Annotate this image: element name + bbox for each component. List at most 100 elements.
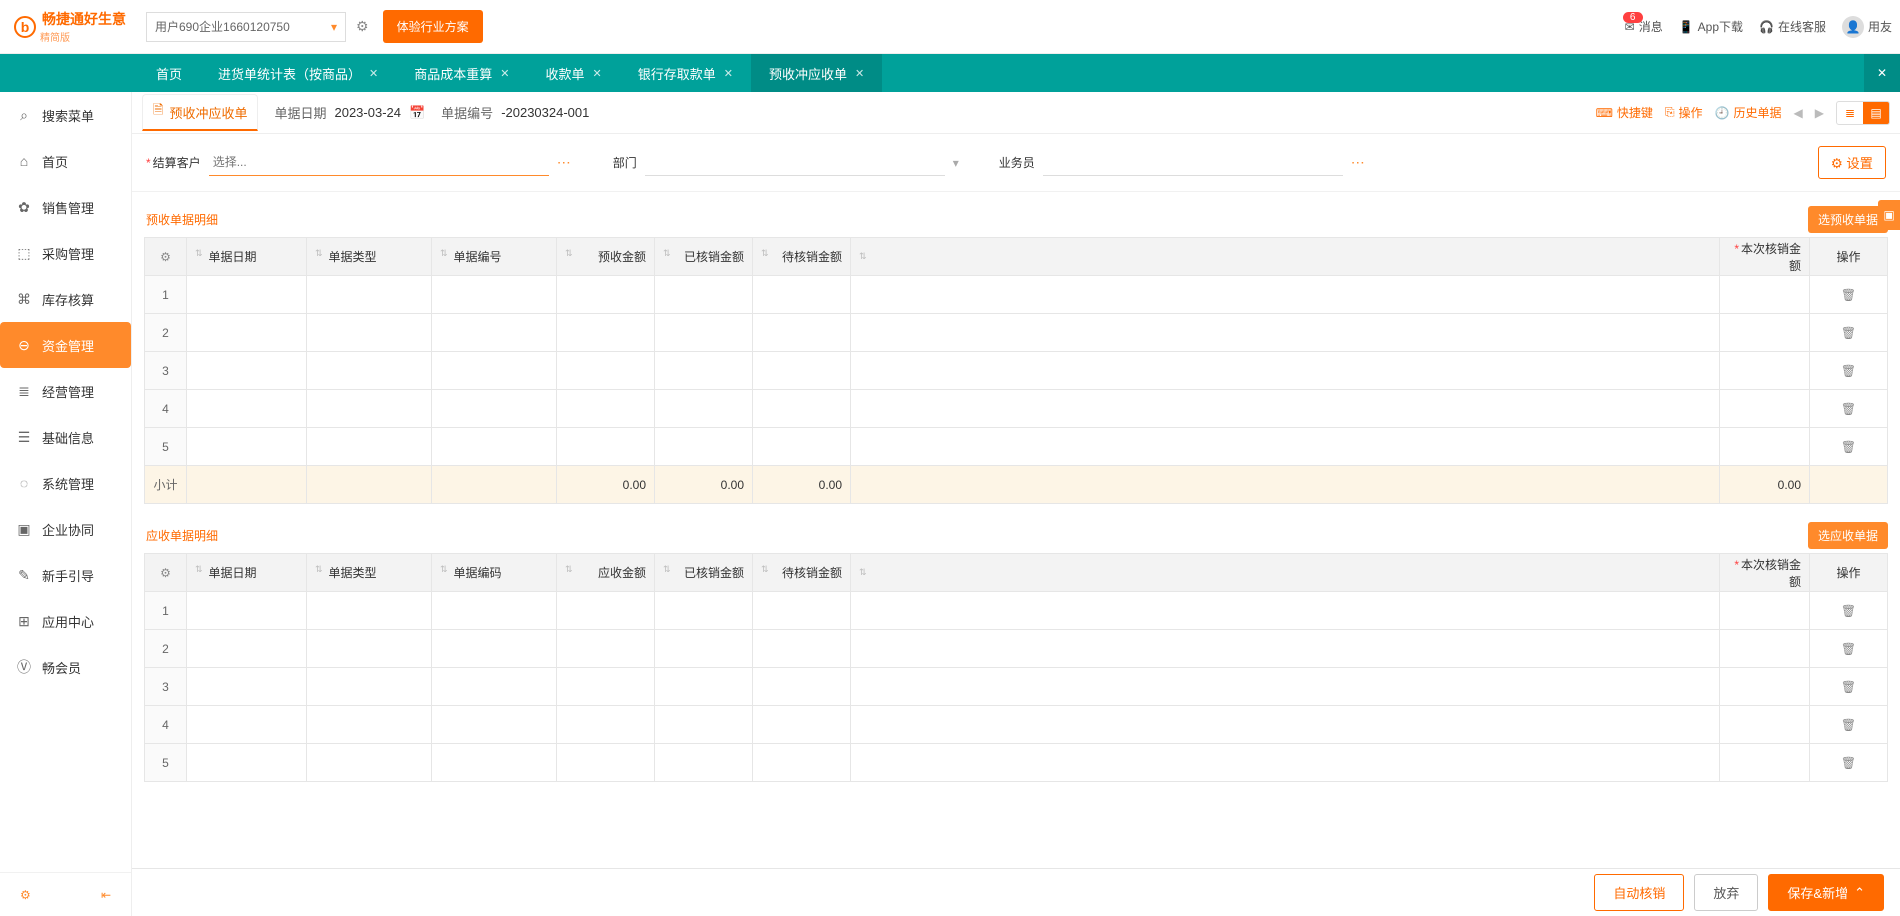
- chevron-up-icon: ⌃: [1854, 885, 1865, 901]
- table-row[interactable]: 3🗑: [145, 352, 1888, 390]
- close-icon[interactable]: ✕: [500, 67, 509, 80]
- col-written[interactable]: ⇅已核销金额: [655, 238, 753, 276]
- col-pending[interactable]: ⇅待核销金额: [753, 554, 851, 592]
- sidebar-item-首页[interactable]: ⌂首页: [0, 138, 131, 184]
- trial-button[interactable]: 体验行业方案: [383, 10, 483, 43]
- list-view-icon[interactable]: ≣: [1837, 102, 1863, 124]
- sidebar-item-库存核算[interactable]: ⌘库存核算: [0, 276, 131, 322]
- chevron-down-icon[interactable]: ▾: [953, 156, 959, 170]
- sidebar-item-系统管理[interactable]: ◌系统管理: [0, 460, 131, 506]
- close-all-tabs[interactable]: ✕: [1864, 54, 1900, 92]
- pick-prepay-button[interactable]: 选预收单据: [1808, 206, 1888, 233]
- col-type[interactable]: ⇅单据类型: [307, 238, 432, 276]
- settings-icon[interactable]: ⚙: [20, 888, 31, 902]
- pick-receivable-button[interactable]: 选应收单据: [1808, 522, 1888, 549]
- doc-icon: 🗎: [153, 101, 163, 123]
- col-blank[interactable]: ⇅: [851, 554, 1720, 592]
- chevron-down-icon: ▾: [331, 20, 337, 34]
- org-settings-icon[interactable]: ⚙: [356, 18, 369, 35]
- right-dock-icon[interactable]: ▣: [1878, 200, 1900, 230]
- tab-商品成本重算[interactable]: 商品成本重算✕: [396, 54, 527, 92]
- save-and-new-button[interactable]: 保存&新增⌃: [1768, 874, 1884, 911]
- view-mode-toggle[interactable]: ≣ ▤: [1836, 101, 1890, 125]
- table-row[interactable]: 4🗑: [145, 706, 1888, 744]
- close-icon[interactable]: ✕: [593, 67, 602, 80]
- detail-view-icon[interactable]: ▤: [1863, 102, 1889, 124]
- col-no[interactable]: ⇅单据编号: [432, 238, 557, 276]
- calendar-icon[interactable]: 📅: [409, 105, 425, 121]
- sidebar-item-畅会员[interactable]: Ⓥ畅会员: [0, 644, 131, 690]
- sidebar-item-采购管理[interactable]: ⬚采购管理: [0, 230, 131, 276]
- col-no[interactable]: ⇅单据编码: [432, 554, 557, 592]
- col-date[interactable]: ⇅单据日期: [187, 238, 307, 276]
- close-icon[interactable]: ✕: [369, 67, 378, 80]
- col-recv[interactable]: ⇅应收金额: [557, 554, 655, 592]
- delete-icon: 🗑: [1841, 326, 1856, 340]
- tab-银行存取款单[interactable]: 银行存取款单✕: [620, 54, 751, 92]
- dept-input[interactable]: [645, 150, 945, 176]
- tab-收款单[interactable]: 收款单✕: [527, 54, 619, 92]
- salesperson-input[interactable]: [1043, 150, 1343, 176]
- brand-edition: 精简版: [40, 29, 126, 44]
- collapse-icon[interactable]: ⇤: [101, 888, 111, 902]
- table-row[interactable]: 1🗑: [145, 592, 1888, 630]
- table-row[interactable]: 1🗑: [145, 276, 1888, 314]
- table-row[interactable]: 2🗑: [145, 314, 1888, 352]
- sidebar-item-销售管理[interactable]: ✿销售管理: [0, 184, 131, 230]
- close-icon[interactable]: ✕: [724, 67, 733, 80]
- auto-writeoff-button[interactable]: 自动核销: [1594, 874, 1684, 911]
- sidebar-item-搜索菜单[interactable]: ⌕搜索菜单: [0, 92, 131, 138]
- tab-首页[interactable]: 首页: [138, 54, 200, 92]
- col-prepay[interactable]: ⇅预收金额: [557, 238, 655, 276]
- table-row[interactable]: 4🗑: [145, 390, 1888, 428]
- more-icon[interactable]: ⋯: [557, 154, 573, 171]
- org-select[interactable]: 用户690企业1660120750 ▾: [146, 12, 346, 42]
- customer-field[interactable]: *结算客户 ⋯: [146, 150, 573, 176]
- operate-link[interactable]: ⎘ 操作: [1665, 104, 1703, 121]
- gear-icon[interactable]: ⚙: [145, 238, 187, 276]
- sidebar-item-资金管理[interactable]: ⊖资金管理: [0, 322, 131, 368]
- discard-button[interactable]: 放弃: [1694, 874, 1758, 911]
- phone-icon: 📱: [1679, 20, 1694, 34]
- settings-button[interactable]: ⚙ 设置: [1818, 146, 1886, 179]
- more-icon[interactable]: ⋯: [1351, 154, 1367, 171]
- tab-预收冲应收单[interactable]: 预收冲应收单✕: [751, 54, 882, 92]
- table-row[interactable]: 3🗑: [145, 668, 1888, 706]
- gear-icon[interactable]: ⚙: [145, 554, 187, 592]
- sidebar-item-应用中心[interactable]: ⊞应用中心: [0, 598, 131, 644]
- shortcut-link[interactable]: ⌨ 快捷键: [1596, 104, 1653, 121]
- tab-进货单统计表（按商品）[interactable]: 进货单统计表（按商品）✕: [200, 54, 396, 92]
- sidebar-item-新手引导[interactable]: ✎新手引导: [0, 552, 131, 598]
- col-pending[interactable]: ⇅待核销金额: [753, 238, 851, 276]
- sidebar-item-企业协同[interactable]: ▣企业协同: [0, 506, 131, 552]
- col-this-writeoff[interactable]: 本次核销金额: [1720, 554, 1810, 592]
- app-download-link[interactable]: 📱 App下载: [1679, 18, 1743, 35]
- document-tab[interactable]: 🗎 预收冲应收单: [142, 94, 258, 131]
- message-icon: ✉: [1625, 20, 1635, 34]
- next-doc-icon[interactable]: ▶: [1815, 106, 1824, 120]
- table-row[interactable]: 5🗑: [145, 744, 1888, 782]
- table-row[interactable]: 5🗑: [145, 428, 1888, 466]
- sidebar-item-基础信息[interactable]: ☰基础信息: [0, 414, 131, 460]
- salesperson-field[interactable]: 业务员 ⋯: [999, 150, 1367, 176]
- table-row[interactable]: 2🗑: [145, 630, 1888, 668]
- delete-icon: 🗑: [1841, 756, 1856, 770]
- headset-icon: 🎧: [1759, 20, 1774, 34]
- dept-field[interactable]: 部门 ▾: [613, 150, 959, 176]
- messages-link[interactable]: ✉ 消息: [1625, 18, 1663, 35]
- customer-input[interactable]: [209, 150, 549, 176]
- col-date[interactable]: ⇅单据日期: [187, 554, 307, 592]
- nav-icon: ▣: [16, 521, 32, 538]
- prev-doc-icon[interactable]: ◀: [1794, 106, 1803, 120]
- col-blank[interactable]: ⇅: [851, 238, 1720, 276]
- close-icon[interactable]: ✕: [855, 67, 864, 80]
- user-menu[interactable]: 👤 用友: [1842, 16, 1892, 38]
- col-this-writeoff[interactable]: 本次核销金额: [1720, 238, 1810, 276]
- customer-service-link[interactable]: 🎧 在线客服: [1759, 18, 1826, 35]
- col-written[interactable]: ⇅已核销金额: [655, 554, 753, 592]
- doc-date-value[interactable]: 2023-03-24: [334, 105, 401, 120]
- avatar-icon: 👤: [1842, 16, 1864, 38]
- col-type[interactable]: ⇅单据类型: [307, 554, 432, 592]
- sidebar-item-经营管理[interactable]: ≣经营管理: [0, 368, 131, 414]
- history-link[interactable]: 🕘 历史单据: [1715, 104, 1782, 121]
